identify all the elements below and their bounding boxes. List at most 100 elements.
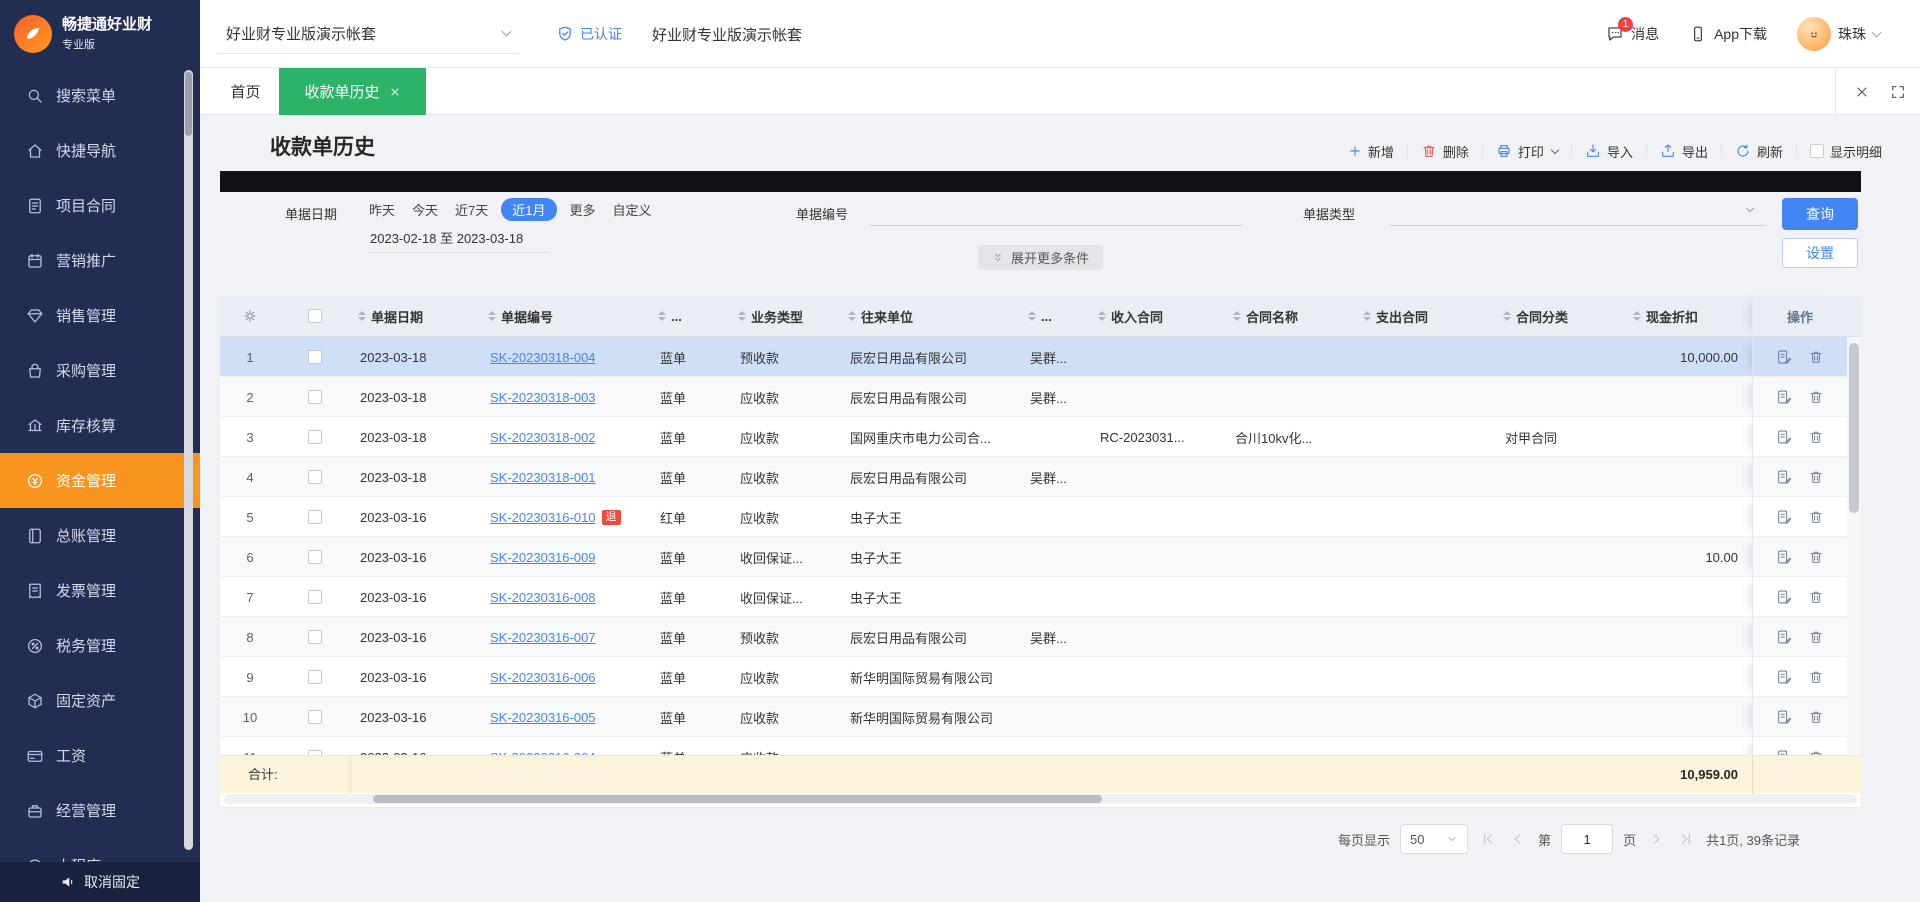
refresh-button[interactable]: 刷新 [1735, 142, 1783, 161]
sidebar-item-tax[interactable]: 税务管理 [0, 618, 200, 673]
table-row[interactable]: 1 2023-03-18 SK-20230318-004 蓝单 预收款 辰宏日用… [220, 337, 1847, 377]
sidebar-scrollbar[interactable] [184, 70, 193, 850]
header-customer[interactable]: 往来单位 [840, 296, 1020, 336]
delete-icon[interactable] [1808, 709, 1824, 725]
table-row[interactable]: 6 2023-03-16 SK-20230316-009 蓝单 收回保证... … [220, 537, 1847, 577]
delete-button[interactable]: 删除 [1421, 142, 1469, 161]
header-contract-name[interactable]: 合同名称 [1225, 296, 1355, 336]
header-income-contract[interactable]: 收入合同 [1090, 296, 1225, 336]
sidebar-item-marketing[interactable]: 营销推广 [0, 233, 200, 288]
date-range-value[interactable]: 2023-02-18 至 2023-03-18 [368, 228, 552, 253]
table-row[interactable]: 7 2023-03-16 SK-20230316-008 蓝单 收回保证... … [220, 577, 1847, 617]
column-settings[interactable] [220, 296, 280, 336]
header-nature[interactable]: ... [650, 296, 730, 336]
unpin-button[interactable]: 取消固定 [0, 862, 200, 902]
row-checkbox[interactable] [308, 470, 322, 484]
detail-icon[interactable] [1776, 389, 1792, 405]
row-checkbox[interactable] [308, 430, 322, 444]
header-salesman[interactable]: ... [1020, 296, 1090, 336]
query-button[interactable]: 查询 [1782, 198, 1858, 230]
add-button[interactable]: 新增 [1348, 142, 1394, 161]
row-checkbox[interactable] [308, 390, 322, 404]
next-page-button[interactable] [1646, 831, 1666, 847]
detail-icon[interactable] [1776, 549, 1792, 565]
doc-link[interactable]: SK-20230318-002 [490, 430, 596, 445]
print-button[interactable]: 打印 [1496, 142, 1560, 161]
sidebar-item-quick-nav[interactable]: 快捷导航 [0, 123, 200, 178]
sort-icon[interactable] [848, 311, 856, 321]
row-checkbox[interactable] [308, 510, 322, 524]
header-contract-class[interactable]: 合同分类 [1495, 296, 1625, 336]
row-checkbox[interactable] [308, 710, 322, 724]
sidebar-scrollbar-thumb[interactable] [185, 72, 192, 136]
table-row[interactable]: 10 2023-03-16 SK-20230316-005 蓝单 应收款 新华明… [220, 697, 1847, 737]
sort-icon[interactable] [658, 311, 666, 321]
sidebar-item-inventory[interactable]: 库存核算 [0, 398, 200, 453]
table-row[interactable]: 9 2023-03-16 SK-20230316-006 蓝单 应收款 新华明国… [220, 657, 1847, 697]
sort-icon[interactable] [1233, 311, 1241, 321]
tab-receipt-history[interactable]: 收款单历史 [279, 68, 426, 115]
delete-icon[interactable] [1808, 629, 1824, 645]
settings-button[interactable]: 设置 [1782, 238, 1858, 268]
sidebar-item-mini-program[interactable]: 小程序 [0, 838, 200, 862]
detail-icon[interactable] [1776, 709, 1792, 725]
header-cash-discount[interactable]: 现金折扣 [1625, 296, 1752, 336]
quick-yesterday[interactable]: 昨天 [365, 198, 399, 221]
messages-button[interactable]: 1 消息 [1606, 17, 1659, 44]
table-row[interactable]: 3 2023-03-18 SK-20230318-002 蓝单 应收款 国网重庆… [220, 417, 1847, 457]
detail-icon[interactable] [1776, 629, 1792, 645]
sidebar-item-project-contract[interactable]: 项目合同 [0, 178, 200, 233]
user-menu[interactable]: 珠珠 [1797, 17, 1882, 51]
sidebar-item-fixed-assets[interactable]: 固定资产 [0, 673, 200, 728]
header-biz-type[interactable]: 业务类型 [730, 296, 840, 336]
show-detail-checkbox[interactable] [1809, 144, 1824, 158]
doc-link[interactable]: SK-20230316-010 [490, 510, 596, 525]
delete-icon[interactable] [1808, 549, 1824, 565]
detail-icon[interactable] [1776, 589, 1792, 605]
table-row[interactable]: 11 2023-03-16 SK-20230316-004 蓝单 应收款 [220, 737, 1847, 755]
quick-custom[interactable]: 自定义 [609, 198, 656, 221]
horizontal-scrollbar-thumb[interactable] [373, 795, 1102, 803]
doc-no-input[interactable] [870, 194, 1242, 226]
sidebar-item-payroll[interactable]: 工资 [0, 728, 200, 783]
table-row[interactable]: 4 2023-03-18 SK-20230318-001 蓝单 应收款 辰宏日用… [220, 457, 1847, 497]
sort-icon[interactable] [1028, 311, 1036, 321]
header-date[interactable]: 单据日期 [350, 296, 480, 336]
sidebar-item-search-menu[interactable]: 搜索菜单 [0, 68, 200, 123]
prev-page-button[interactable] [1508, 831, 1528, 847]
sidebar-item-general-ledger[interactable]: 总账管理 [0, 508, 200, 563]
doc-link[interactable]: SK-20230318-001 [490, 470, 596, 485]
detail-icon[interactable] [1776, 349, 1792, 365]
doc-link[interactable]: SK-20230316-009 [490, 550, 596, 565]
delete-icon[interactable] [1808, 429, 1824, 445]
table-row[interactable]: 8 2023-03-16 SK-20230316-007 蓝单 预收款 辰宏日用… [220, 617, 1847, 657]
sidebar-item-operations[interactable]: 经营管理 [0, 783, 200, 838]
vertical-scrollbar[interactable] [1847, 337, 1861, 755]
row-checkbox[interactable] [308, 550, 322, 564]
doc-link[interactable]: SK-20230316-006 [490, 670, 596, 685]
table-row[interactable]: 2 2023-03-18 SK-20230318-003 蓝单 应收款 辰宏日用… [220, 377, 1847, 417]
vertical-scrollbar-thumb[interactable] [1849, 343, 1859, 513]
sort-icon[interactable] [1503, 311, 1511, 321]
sort-icon[interactable] [358, 311, 366, 321]
detail-icon[interactable] [1776, 669, 1792, 685]
doc-link[interactable]: SK-20230316-005 [490, 710, 596, 725]
doc-link[interactable]: SK-20230318-004 [490, 350, 596, 365]
doc-link[interactable]: SK-20230316-007 [490, 630, 596, 645]
sort-icon[interactable] [1098, 311, 1106, 321]
delete-icon[interactable] [1808, 349, 1824, 365]
table-row[interactable]: 5 2023-03-16 SK-20230316-010 退 红单 应收款 虫子大… [220, 497, 1847, 537]
close-icon[interactable] [1854, 84, 1870, 100]
delete-icon[interactable] [1808, 589, 1824, 605]
doc-type-select[interactable] [1390, 194, 1765, 226]
sort-icon[interactable] [1363, 311, 1371, 321]
show-detail-toggle[interactable]: 显示明细 [1809, 142, 1882, 161]
detail-icon[interactable] [1776, 469, 1792, 485]
export-button[interactable]: 导出 [1660, 142, 1708, 161]
row-checkbox[interactable] [308, 590, 322, 604]
delete-icon[interactable] [1808, 389, 1824, 405]
delete-icon[interactable] [1808, 509, 1824, 525]
delete-icon[interactable] [1808, 669, 1824, 685]
doc-link[interactable]: SK-20230318-003 [490, 390, 596, 405]
app-download-button[interactable]: App下载 [1689, 24, 1767, 44]
